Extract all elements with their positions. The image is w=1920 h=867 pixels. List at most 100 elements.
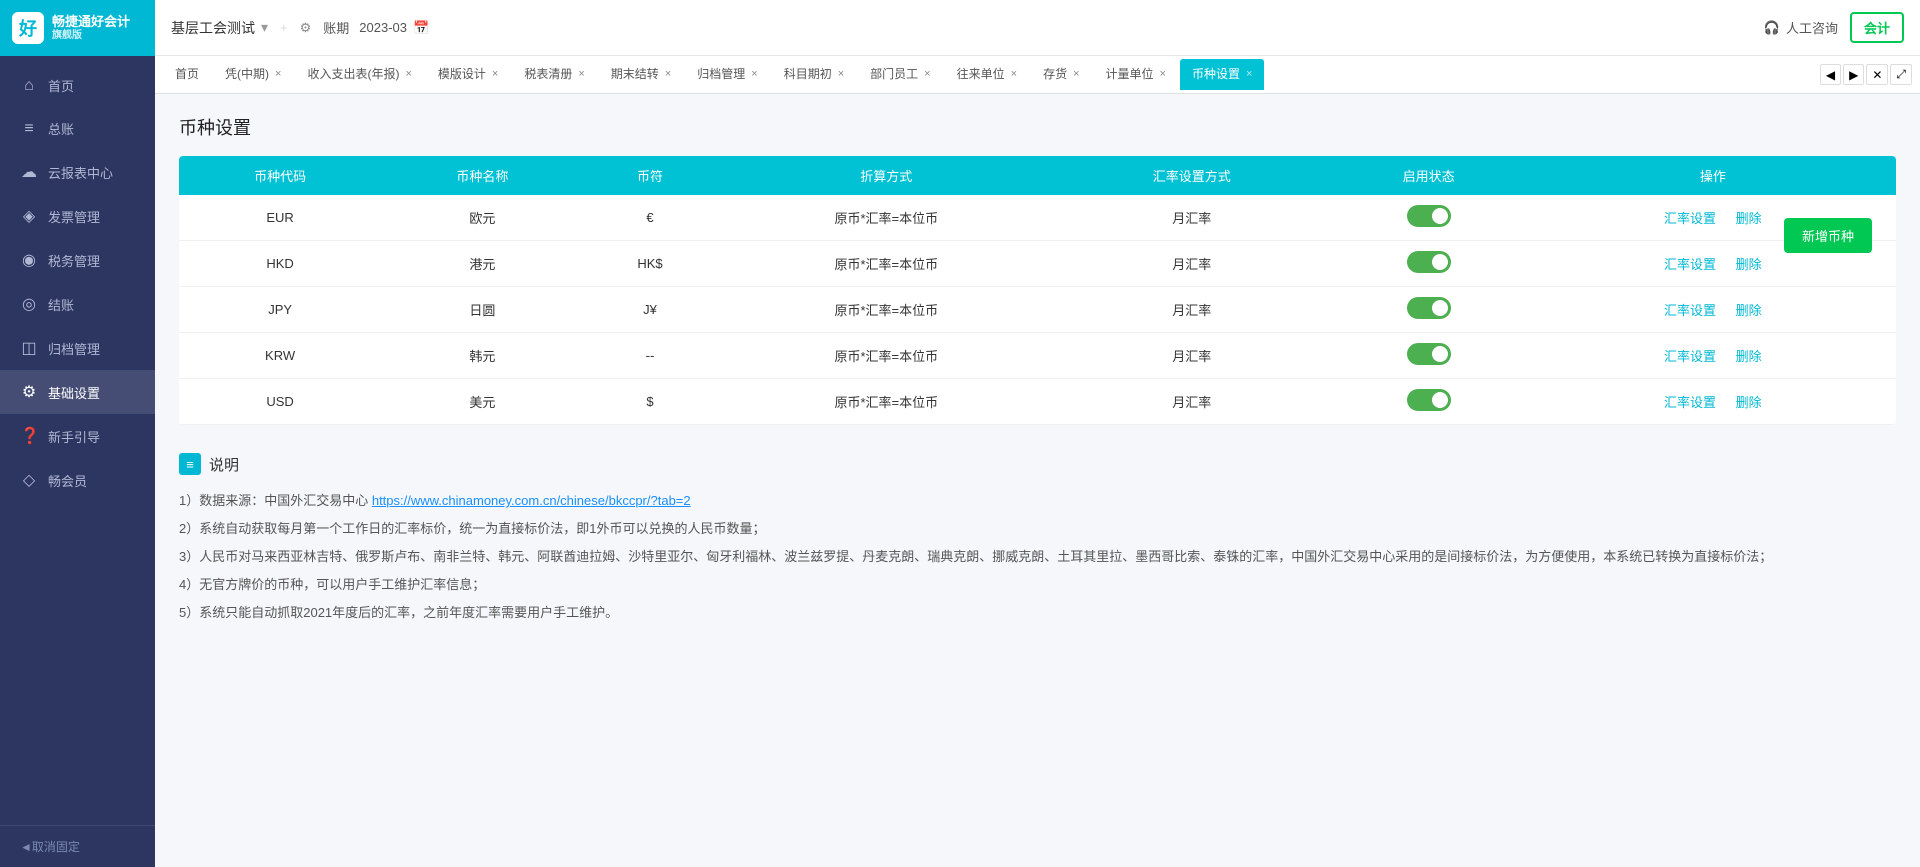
topbar: 基层工会测试 ▾ + ⚙ 账期 2023-03 📅 🎧 人工咨询 会计 (155, 0, 1920, 56)
tab-label-income: 收入支出表(年报) (307, 65, 399, 82)
sidebar-item-archive[interactable]: ◫ 归档管理 (0, 326, 155, 370)
toggle-switch[interactable] (1407, 297, 1451, 319)
sidebar-item-ledger[interactable]: ≡ 总账 (0, 107, 155, 150)
tab-label-template: 模版设计 (438, 65, 486, 82)
tab-label-currency: 币种设置 (1192, 65, 1240, 82)
currency-table: 币种代码币种名称币符折算方式汇率设置方式启用状态操作 EUR 欧元 € 原币*汇… (179, 156, 1896, 425)
delete-link[interactable]: 删除 (1736, 303, 1762, 318)
toggle-switch[interactable] (1407, 343, 1451, 365)
delete-link[interactable]: 删除 (1736, 257, 1762, 272)
rate-setting-link[interactable]: 汇率设置 (1664, 395, 1716, 410)
rate-type: 月汇率 (1056, 287, 1327, 333)
new-currency-button[interactable]: 新增币种 (1784, 218, 1872, 253)
toggle-switch[interactable] (1407, 251, 1451, 273)
enabled-toggle[interactable] (1327, 241, 1529, 287)
ledger-icon: ≡ (20, 120, 38, 138)
tab-inventory[interactable]: 存货× (1031, 59, 1091, 90)
tab-expand-button[interactable]: ⤢ (1890, 64, 1912, 85)
table-row: USD 美元 $ 原币*汇率=本位币 月汇率 汇率设置 删除 (179, 379, 1896, 425)
account-button[interactable]: 会计 (1850, 12, 1904, 43)
sidebar-item-basic[interactable]: ⚙ 基础设置 (0, 370, 155, 414)
table-row: KRW 韩元 -- 原币*汇率=本位币 月汇率 汇率设置 删除 (179, 333, 1896, 379)
tab-close-period_end[interactable]: × (665, 68, 671, 80)
col-header: 汇率设置方式 (1056, 156, 1327, 195)
rate-setting-link[interactable]: 汇率设置 (1664, 349, 1716, 364)
note-item: 1）数据来源：中国外汇交易中心 https://www.chinamoney.c… (179, 487, 1896, 515)
tab-next-button[interactable]: ▶ (1843, 64, 1864, 85)
sidebar-label-reports: 云报表中心 (48, 163, 113, 182)
sidebar-item-home[interactable]: ⌂ 首页 (0, 64, 155, 107)
tab-currency[interactable]: 币种设置 × (1180, 59, 1264, 90)
sidebar-item-invoice[interactable]: ◈ 发票管理 (0, 194, 155, 238)
table-header: 币种代码币种名称币符折算方式汇率设置方式启用状态操作 (179, 156, 1896, 195)
tab-period_end[interactable]: 期末结转× (599, 59, 683, 90)
tab-close-tax[interactable]: × (578, 68, 584, 80)
sidebar-item-tax[interactable]: ◉ 税务管理 (0, 238, 155, 282)
col-header: 操作 (1530, 156, 1896, 195)
toggle-switch[interactable] (1407, 205, 1451, 227)
tab-voucher[interactable]: 凭(中期) × (213, 59, 293, 90)
tab-tax[interactable]: 税表清册× (512, 59, 596, 90)
tab-close-unit[interactable]: × (1160, 68, 1166, 80)
rate-type: 月汇率 (1056, 241, 1327, 287)
tab-close-partner[interactable]: × (1011, 68, 1017, 80)
tab-close-income[interactable]: × (405, 68, 411, 80)
tab-close-archive[interactable]: × (751, 68, 757, 80)
actions: 汇率设置 删除 (1530, 333, 1896, 379)
china-money-link[interactable]: https://www.chinamoney.com.cn/chinese/bk… (372, 493, 691, 508)
delete-link[interactable]: 删除 (1736, 211, 1762, 226)
currency-name: 韩元 (381, 333, 583, 379)
tab-dept[interactable]: 部门员工× (858, 59, 942, 90)
tab-close-inventory[interactable]: × (1073, 68, 1079, 80)
rate-type: 月汇率 (1056, 379, 1327, 425)
tab-prev-button[interactable]: ◀ (1820, 64, 1841, 85)
sidebar-footer[interactable]: ◄取消固定 (0, 825, 155, 867)
tab-close-voucher[interactable]: × (275, 68, 281, 80)
enabled-toggle[interactable] (1327, 333, 1529, 379)
sidebar-label-vip: 畅会员 (48, 471, 87, 490)
tab-partner[interactable]: 往来单位× (945, 59, 1029, 90)
rate-setting-link[interactable]: 汇率设置 (1664, 211, 1716, 226)
enabled-toggle[interactable] (1327, 379, 1529, 425)
sidebar-item-reports[interactable]: ☁ 云报表中心 (0, 150, 155, 194)
enabled-toggle[interactable] (1327, 287, 1529, 333)
toggle-switch[interactable] (1407, 389, 1451, 411)
tab-template[interactable]: 模版设计 × (426, 59, 510, 90)
enabled-toggle[interactable] (1327, 195, 1529, 241)
tab-close-all-button[interactable]: ✕ (1866, 64, 1888, 85)
sidebar-item-checkout[interactable]: ◎ 结账 (0, 282, 155, 326)
tab-archive[interactable]: 归档管理 × (685, 59, 769, 90)
actions: 汇率设置 删除 (1530, 287, 1896, 333)
tab-unit[interactable]: 计量单位× (1094, 59, 1178, 90)
delete-link[interactable]: 删除 (1736, 349, 1762, 364)
tab-close-subjects[interactable]: × (838, 68, 844, 80)
sidebar-item-vip[interactable]: ◇ 畅会员 (0, 458, 155, 502)
sidebar-item-guide[interactable]: ❓ 新手引导 (0, 414, 155, 458)
calendar-icon[interactable]: 📅 (413, 20, 429, 36)
reports-icon: ☁ (20, 162, 38, 182)
basic-icon: ⚙ (20, 382, 38, 402)
company-selector[interactable]: 基层工会测试 ▾ (171, 18, 268, 38)
tab-close-dept[interactable]: × (924, 68, 930, 80)
guide-icon: ❓ (20, 426, 38, 446)
tab-income[interactable]: 收入支出表(年报) × (295, 59, 423, 90)
tab-close-template[interactable]: × (492, 68, 498, 80)
service-button[interactable]: 🎧 人工咨询 (1764, 18, 1838, 37)
rate-type: 月汇率 (1056, 333, 1327, 379)
settings-icon[interactable]: ⚙ (300, 20, 312, 36)
tab-home[interactable]: 首页 (163, 59, 211, 90)
rate-setting-link[interactable]: 汇率设置 (1664, 303, 1716, 318)
tab-subjects[interactable]: 科目期初× (772, 59, 856, 90)
logo-text: 畅捷通好会计 旗舰版 (52, 14, 130, 42)
period-selector: 账期 2023-03 📅 (323, 18, 429, 37)
delete-link[interactable]: 删除 (1736, 395, 1762, 410)
tabbar: 首页凭(中期)×收入支出表(年报)×模版设计×税表清册×期末结转×归档管理×科目… (155, 56, 1920, 94)
sidebar-label-archive: 归档管理 (48, 339, 100, 358)
notes-title: 说明 (209, 454, 239, 475)
tab-close-currency[interactable]: × (1246, 68, 1252, 80)
page-title: 币种设置 (179, 114, 1896, 140)
rate-setting-link[interactable]: 汇率设置 (1664, 257, 1716, 272)
tab-label-archive: 归档管理 (697, 65, 745, 82)
tab-label-voucher: 凭(中期) (225, 65, 269, 82)
sidebar-label-basic: 基础设置 (48, 383, 100, 402)
